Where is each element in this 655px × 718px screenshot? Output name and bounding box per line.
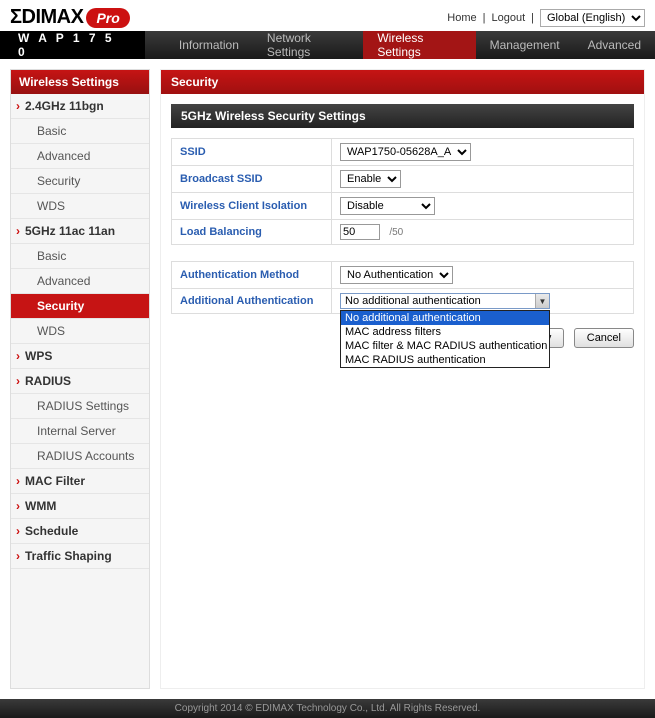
top-bar: ΣDIMAX Pro Home | Logout | Global (Engli… <box>0 0 655 31</box>
broadcast-ssid-label: Broadcast SSID <box>172 166 332 193</box>
footer: Copyright 2014 © EDIMAX Technology Co., … <box>0 699 655 718</box>
sidebar-item-wds[interactable]: WDS <box>11 194 149 219</box>
addl-auth-label: Additional Authentication <box>172 289 332 314</box>
nav-tab-management[interactable]: Management <box>476 31 574 59</box>
sidebar-item-advanced[interactable]: Advanced <box>11 144 149 169</box>
logout-link[interactable]: Logout <box>491 12 525 24</box>
sidebar-cat-5ghz-11ac-11an[interactable]: 5GHz 11ac 11an <box>11 219 149 244</box>
sidebar-item-radius-settings[interactable]: RADIUS Settings <box>11 394 149 419</box>
broadcast-ssid-select[interactable]: Enable <box>340 170 401 188</box>
page-title: Security <box>161 70 644 94</box>
load-balancing-label: Load Balancing <box>172 220 332 245</box>
chevron-down-icon: ▼ <box>535 294 549 308</box>
main-nav: W A P 1 7 5 0 InformationNetwork Setting… <box>0 31 655 59</box>
sidebar-cat-mac-filter[interactable]: MAC Filter <box>11 469 149 494</box>
logo: ΣDIMAX Pro <box>10 6 130 29</box>
logo-brand: ΣDIMAX <box>10 6 83 29</box>
sidebar-item-security[interactable]: Security <box>11 169 149 194</box>
nav-tab-wireless-settings[interactable]: Wireless Settings <box>363 31 475 59</box>
logo-pro-badge: Pro <box>86 8 129 28</box>
ssid-label: SSID <box>172 139 332 166</box>
addl-auth-option[interactable]: MAC RADIUS authentication <box>341 353 549 367</box>
load-balancing-input[interactable] <box>340 224 380 240</box>
sidebar-item-basic[interactable]: Basic <box>11 244 149 269</box>
section-title: 5GHz Wireless Security Settings <box>171 104 634 128</box>
ssid-select[interactable]: WAP1750-05628A_A <box>340 143 471 161</box>
auth-method-select[interactable]: No Authentication <box>340 266 453 284</box>
settings-table-2: Authentication Method No Authentication … <box>171 261 634 314</box>
addl-auth-dropdown-list: No additional authenticationMAC address … <box>340 310 550 368</box>
addl-auth-option[interactable]: MAC filter & MAC RADIUS authentication <box>341 339 549 353</box>
home-link[interactable]: Home <box>447 12 476 24</box>
sidebar-item-security[interactable]: Security <box>11 294 149 319</box>
cancel-button[interactable]: Cancel <box>574 328 634 348</box>
sidebar-item-radius-accounts[interactable]: RADIUS Accounts <box>11 444 149 469</box>
sidebar-cat-schedule[interactable]: Schedule <box>11 519 149 544</box>
sidebar-cat-wmm[interactable]: WMM <box>11 494 149 519</box>
addl-auth-option[interactable]: MAC address filters <box>341 325 549 339</box>
auth-method-label: Authentication Method <box>172 262 332 289</box>
language-select[interactable]: Global (English) <box>540 9 645 27</box>
model-label: W A P 1 7 5 0 <box>0 31 145 59</box>
nav-tab-network-settings[interactable]: Network Settings <box>253 31 363 59</box>
nav-tab-advanced[interactable]: Advanced <box>574 31 655 59</box>
sidebar-item-internal-server[interactable]: Internal Server <box>11 419 149 444</box>
load-balancing-suffix: /50 <box>389 227 403 238</box>
sidebar-cat-wps[interactable]: WPS <box>11 344 149 369</box>
sidebar-title: Wireless Settings <box>11 70 149 94</box>
sidebar-item-basic[interactable]: Basic <box>11 119 149 144</box>
addl-auth-option[interactable]: No additional authentication <box>341 311 549 325</box>
nav-tab-information[interactable]: Information <box>165 31 253 59</box>
top-links: Home | Logout | Global (English) <box>447 9 645 27</box>
sidebar-item-wds[interactable]: WDS <box>11 319 149 344</box>
sidebar-item-advanced[interactable]: Advanced <box>11 269 149 294</box>
settings-table-1: SSID WAP1750-05628A_A Broadcast SSID Ena… <box>171 138 634 245</box>
sidebar: Wireless Settings 2.4GHz 11bgnBasicAdvan… <box>10 69 150 689</box>
addl-auth-select[interactable]: No additional authentication ▼ No additi… <box>340 293 550 309</box>
sidebar-cat-2-4ghz-11bgn[interactable]: 2.4GHz 11bgn <box>11 94 149 119</box>
sidebar-cat-radius[interactable]: RADIUS <box>11 369 149 394</box>
isolation-select[interactable]: Disable <box>340 197 435 215</box>
addl-auth-value: No additional authentication <box>345 295 481 307</box>
sidebar-cat-traffic-shaping[interactable]: Traffic Shaping <box>11 544 149 569</box>
isolation-label: Wireless Client Isolation <box>172 193 332 220</box>
main-panel: Security 5GHz Wireless Security Settings… <box>160 69 645 689</box>
